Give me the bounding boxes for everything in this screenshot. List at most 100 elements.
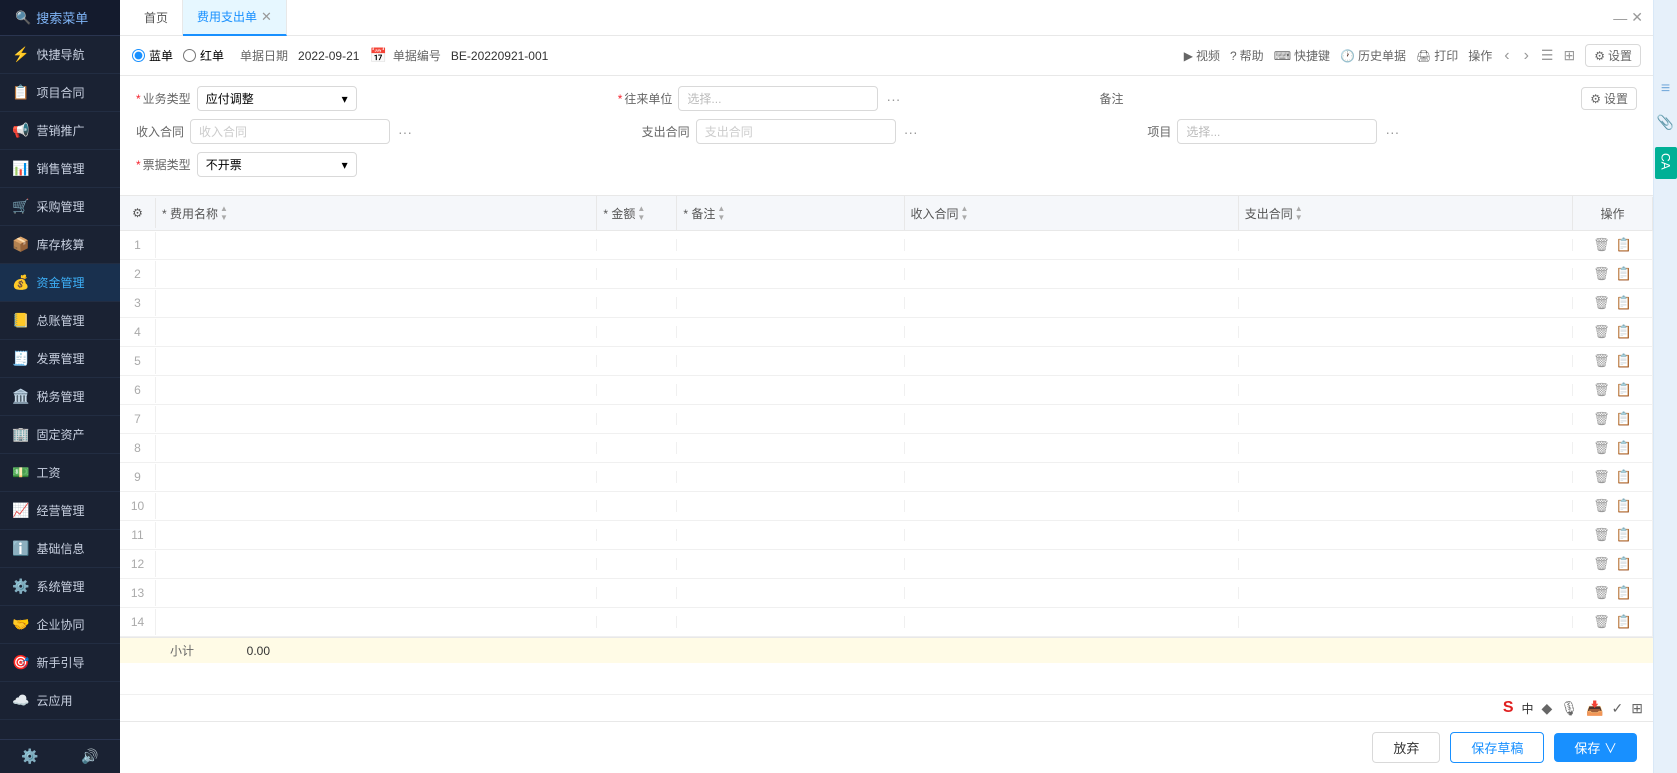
row-remark-2[interactable]	[677, 268, 904, 280]
right-panel-green-btn[interactable]: CA	[1655, 147, 1677, 179]
date-value[interactable]: 2022-09-21	[298, 49, 359, 63]
row-expense-8[interactable]	[1239, 442, 1573, 454]
row-expense-4[interactable]	[1239, 326, 1573, 338]
row-name-13[interactable]	[156, 587, 597, 599]
calendar-icon[interactable]: 📅	[369, 47, 386, 64]
video-btn[interactable]: ▶ 视频	[1184, 47, 1220, 64]
row-income-2[interactable]	[905, 268, 1239, 280]
row-amount-6[interactable]	[597, 384, 677, 396]
sidebar-item-enterprise[interactable]: 🤝企业协同	[0, 606, 120, 644]
row-income-6[interactable]	[905, 384, 1239, 396]
row-delete-3[interactable]: 🗑	[1593, 295, 1610, 311]
row-name-2[interactable]	[156, 268, 597, 280]
sidebar-item-purchase[interactable]: 🛒采购管理	[0, 188, 120, 226]
row-delete-8[interactable]: 🗑	[1593, 440, 1610, 456]
row-amount-2[interactable]	[597, 268, 677, 280]
th-remark[interactable]: * 备注 ▲▼	[677, 196, 904, 230]
project-input[interactable]: 选择...	[1177, 119, 1377, 144]
row-delete-14[interactable]: 🗑	[1593, 614, 1610, 630]
row-copy-8[interactable]: 📋	[1616, 440, 1632, 456]
row-name-6[interactable]	[156, 384, 597, 396]
th-settings[interactable]: ⚙	[120, 198, 156, 228]
row-remark-13[interactable]	[677, 587, 904, 599]
sidebar-item-salary[interactable]: 💵工资	[0, 454, 120, 492]
row-amount-14[interactable]	[597, 616, 677, 628]
row-delete-6[interactable]: 🗑	[1593, 382, 1610, 398]
radio-blue[interactable]: 蓝单	[132, 47, 173, 64]
row-remark-9[interactable]	[677, 471, 904, 483]
row-copy-14[interactable]: 📋	[1616, 614, 1632, 630]
sidebar-item-tax[interactable]: 🏛️税务管理	[0, 378, 120, 416]
row-remark-11[interactable]	[677, 529, 904, 541]
row-copy-13[interactable]: 📋	[1616, 585, 1632, 601]
row-amount-10[interactable]	[597, 500, 677, 512]
row-expense-6[interactable]	[1239, 384, 1573, 396]
income-contract-more-btn[interactable]: ···	[398, 124, 412, 140]
th-income[interactable]: 收入合同 ▲▼	[905, 196, 1239, 230]
print-btn[interactable]: 🖨 打印	[1416, 47, 1458, 64]
row-expense-9[interactable]	[1239, 471, 1573, 483]
tab-home[interactable]: 首页	[130, 0, 183, 36]
th-expense[interactable]: 支出合同 ▲▼	[1239, 196, 1573, 230]
settings-btn[interactable]: ⚙ 设置	[1585, 44, 1641, 67]
right-panel-icon-1[interactable]: ≡	[1661, 80, 1670, 98]
row-remark-7[interactable]	[677, 413, 904, 425]
row-expense-14[interactable]	[1239, 616, 1573, 628]
sidebar-item-sales[interactable]: 📊销售管理	[0, 150, 120, 188]
prev-tab-btn[interactable]: ‹	[1502, 47, 1511, 65]
sidebar-item-basic-info[interactable]: ℹ️基础信息	[0, 530, 120, 568]
form-settings-btn[interactable]: ⚙ 设置	[1581, 87, 1637, 110]
shortcut-btn[interactable]: ⌨ 快捷键	[1274, 47, 1330, 64]
audio-icon[interactable]: 🔊	[81, 748, 98, 765]
tab-expense[interactable]: 费用支出单 ✕	[183, 0, 287, 36]
row-amount-12[interactable]	[597, 558, 677, 570]
save-draft-button[interactable]: 保存草稿	[1450, 732, 1544, 763]
settings-icon[interactable]: ⚙️	[21, 748, 38, 765]
window-close[interactable]: ✕	[1631, 9, 1643, 26]
sidebar-item-capital[interactable]: 💰资金管理	[0, 264, 120, 302]
row-income-11[interactable]	[905, 529, 1239, 541]
row-income-1[interactable]	[905, 239, 1239, 251]
number-value[interactable]: BE-20220921-001	[451, 49, 548, 63]
row-remark-10[interactable]	[677, 500, 904, 512]
row-delete-13[interactable]: 🗑	[1593, 585, 1610, 601]
project-more-btn[interactable]: ···	[1385, 124, 1399, 140]
row-delete-5[interactable]: 🗑	[1593, 353, 1610, 369]
row-delete-11[interactable]: 🗑	[1593, 527, 1610, 543]
th-name[interactable]: * 费用名称 ▲▼	[156, 196, 597, 230]
sidebar-item-assets[interactable]: 🏢固定资产	[0, 416, 120, 454]
row-name-1[interactable]	[156, 239, 597, 251]
row-name-8[interactable]	[156, 442, 597, 454]
sidebar-item-quick-nav[interactable]: ⚡快捷导航	[0, 36, 120, 74]
row-expense-7[interactable]	[1239, 413, 1573, 425]
th-amount[interactable]: * 金额 ▲▼	[597, 196, 677, 230]
sidebar-item-project-contract[interactable]: 📋项目合同	[0, 74, 120, 112]
row-income-4[interactable]	[905, 326, 1239, 338]
row-amount-13[interactable]	[597, 587, 677, 599]
row-delete-1[interactable]: 🗑	[1593, 237, 1610, 253]
row-name-14[interactable]	[156, 616, 597, 628]
row-income-14[interactable]	[905, 616, 1239, 628]
radio-red[interactable]: 红单	[183, 47, 224, 64]
row-income-10[interactable]	[905, 500, 1239, 512]
row-income-5[interactable]	[905, 355, 1239, 367]
row-remark-8[interactable]	[677, 442, 904, 454]
row-income-8[interactable]	[905, 442, 1239, 454]
row-expense-11[interactable]	[1239, 529, 1573, 541]
row-copy-10[interactable]: 📋	[1616, 498, 1632, 514]
row-copy-4[interactable]: 📋	[1616, 324, 1632, 340]
row-expense-3[interactable]	[1239, 297, 1573, 309]
row-name-3[interactable]	[156, 297, 597, 309]
help-btn[interactable]: ? 帮助	[1230, 47, 1264, 64]
row-copy-5[interactable]: 📋	[1616, 353, 1632, 369]
row-name-7[interactable]	[156, 413, 597, 425]
business-type-select[interactable]: 应付调整 ▾	[197, 86, 357, 111]
row-remark-14[interactable]	[677, 616, 904, 628]
row-expense-1[interactable]	[1239, 239, 1573, 251]
row-copy-6[interactable]: 📋	[1616, 382, 1632, 398]
ticket-type-select[interactable]: 不开票 ▾	[197, 152, 357, 177]
expense-contract-more-btn[interactable]: ···	[904, 124, 918, 140]
row-copy-2[interactable]: 📋	[1616, 266, 1632, 282]
sidebar-item-newbie[interactable]: 🎯新手引导	[0, 644, 120, 682]
list-view-btn[interactable]: ☰	[1541, 47, 1554, 64]
